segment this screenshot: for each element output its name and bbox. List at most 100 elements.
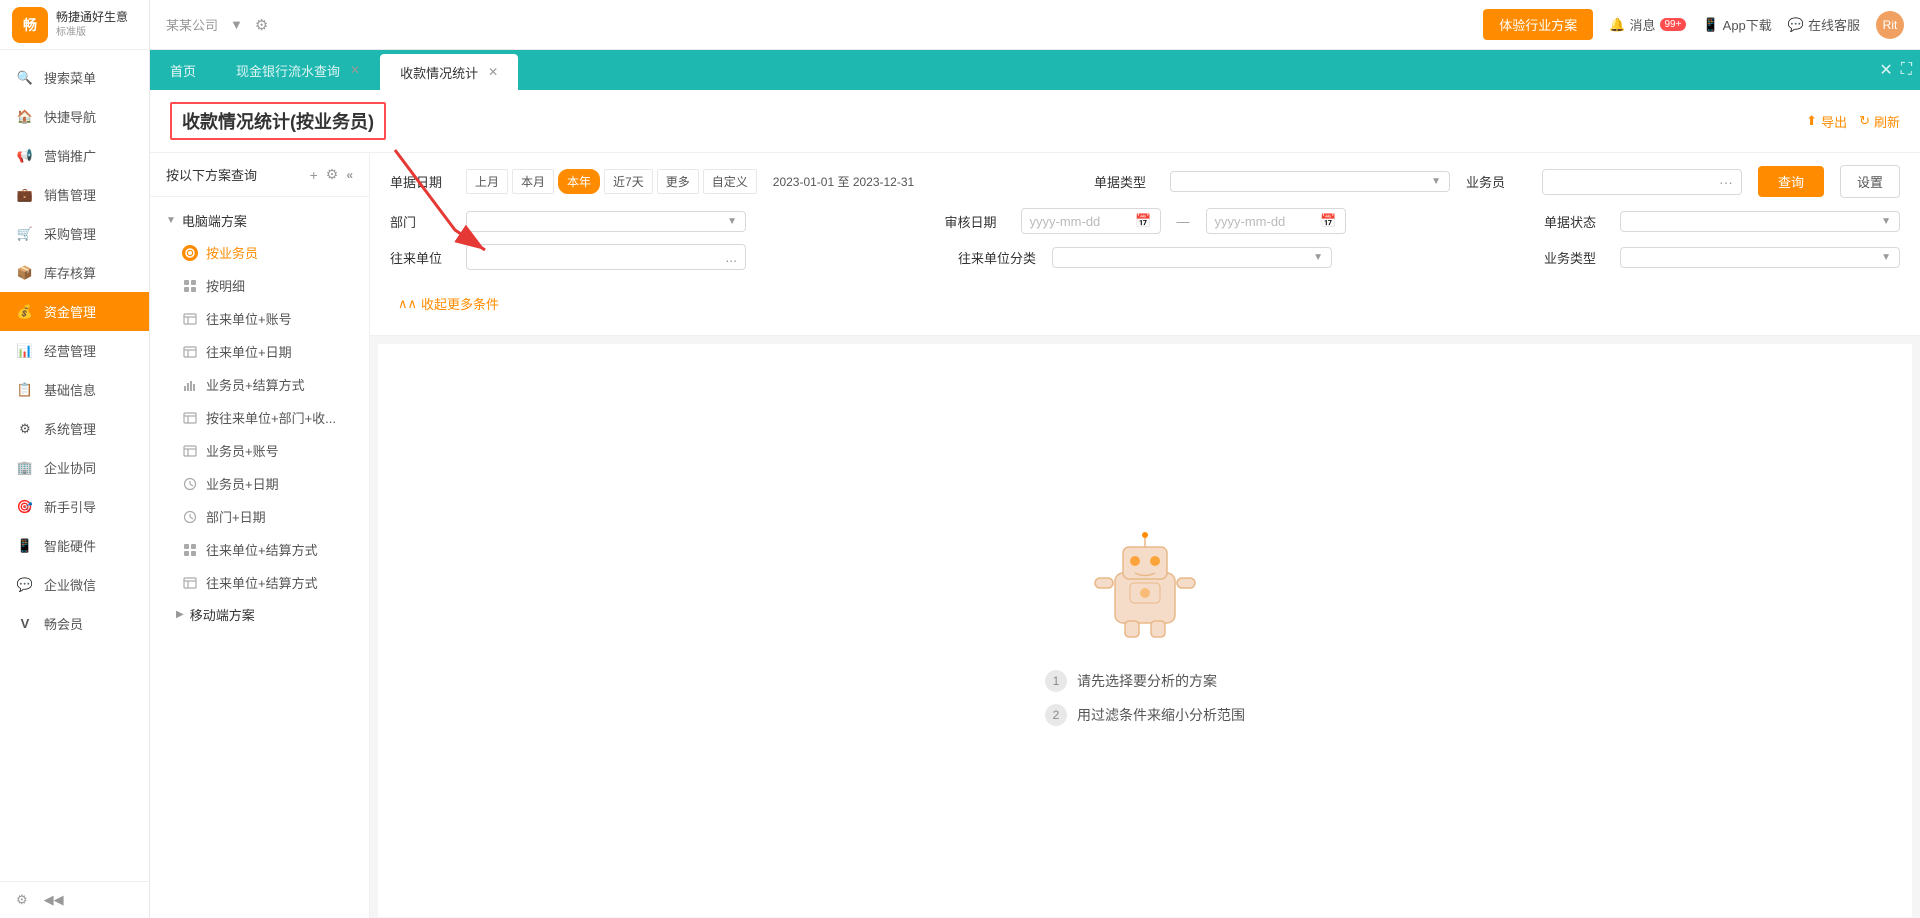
- empty-steps: 1 请先选择要分析的方案 2 用过滤条件来缩小分析范围: [1045, 670, 1245, 738]
- doc-type-select[interactable]: ▼: [1170, 171, 1450, 192]
- date-this-year[interactable]: 本年: [558, 169, 600, 194]
- logo-text: 畅捷通好生意 标准版: [56, 10, 128, 39]
- app-download-button[interactable]: 📱 App下载: [1702, 15, 1771, 34]
- dept-chevron: ▼: [727, 216, 737, 227]
- salesperson-select[interactable]: ···: [1542, 169, 1742, 195]
- sidebar-item-marketing[interactable]: 📢 营销推广: [0, 136, 149, 175]
- partner-category-select[interactable]: ▼: [1052, 247, 1332, 268]
- scheme-item-by-salesperson[interactable]: 按业务员: [150, 236, 369, 269]
- scheme-list: ▼ 电脑端方案 按业务员 按明细: [150, 197, 369, 918]
- topbar-breadcrumb: 某某公司: [166, 15, 218, 34]
- review-date-label: 审核日期: [945, 212, 1005, 231]
- topbar-dropdown-icon[interactable]: ▼: [230, 17, 243, 32]
- collapse-icon: ∧∧: [398, 296, 417, 312]
- settings-button[interactable]: 设置: [1840, 165, 1900, 198]
- business-type-select[interactable]: ▼: [1620, 247, 1900, 268]
- date-last-7days[interactable]: 近7天: [604, 169, 653, 194]
- panel-add-button[interactable]: +: [310, 167, 318, 183]
- panel-collapse-button[interactable]: «: [346, 168, 353, 182]
- doc-status-select[interactable]: ▼: [1620, 211, 1900, 232]
- partner-date-icon: [182, 344, 198, 360]
- sidebar-item-basic[interactable]: 📋 基础信息: [0, 370, 149, 409]
- date-more[interactable]: 更多: [657, 169, 699, 194]
- review-date-start[interactable]: yyyy-mm-dd 📅: [1021, 208, 1161, 234]
- settings-bottom-icon[interactable]: ⚙: [16, 892, 28, 908]
- topbar: 某某公司 ▼ ⚙ 体验行业方案 🔔 消息 99+ 📱 App下载 💬 在线客服 …: [150, 0, 1920, 50]
- collapse-button[interactable]: ∧∧ 收起更多条件: [390, 286, 1900, 321]
- refresh-button[interactable]: ↻ 刷新: [1859, 112, 1900, 131]
- panel-header: 按以下方案查询 + ⚙ «: [150, 153, 369, 197]
- tab-close-all-icon[interactable]: ✕: [1879, 60, 1892, 80]
- tab-home[interactable]: 首页: [150, 50, 216, 90]
- topbar-settings-icon[interactable]: ⚙: [255, 16, 268, 34]
- scheme-item-partner-settle2[interactable]: 往来单位+结算方式: [150, 566, 369, 599]
- review-date-end[interactable]: yyyy-mm-dd 📅: [1206, 208, 1346, 234]
- dept-select[interactable]: ▼: [466, 211, 746, 232]
- sidebar-item-hardware[interactable]: 📱 智能硬件: [0, 526, 149, 565]
- tab-bank[interactable]: 现金银行流水查询 ✕: [216, 50, 380, 90]
- scheme-item-salesperson-settle[interactable]: 业务员+结算方式: [150, 368, 369, 401]
- panel-settings-button[interactable]: ⚙: [326, 166, 339, 183]
- trial-button[interactable]: 体验行业方案: [1483, 9, 1593, 40]
- desktop-group-header[interactable]: ▼ 电脑端方案: [150, 205, 369, 236]
- tab-receipt-close[interactable]: ✕: [488, 65, 498, 79]
- topbar-left: 某某公司 ▼ ⚙: [166, 15, 268, 34]
- partner-label: 往来单位: [390, 248, 450, 267]
- page-title: 收款情况统计(按业务员): [170, 102, 386, 140]
- scheme-item-partner-date[interactable]: 往来单位+日期: [150, 335, 369, 368]
- sidebar-item-system[interactable]: ⚙ 系统管理: [0, 409, 149, 448]
- scheme-item-by-detail[interactable]: 按明细: [150, 269, 369, 302]
- scheme-item-partner-account[interactable]: 往来单位+账号: [150, 302, 369, 335]
- scheme-item-partner-dept-collect[interactable]: 按往来单位+部门+收...: [150, 401, 369, 434]
- date-this-month[interactable]: 本月: [512, 169, 554, 194]
- sidebar-bottom: ⚙ ◀◀: [0, 881, 149, 918]
- mobile-group-header[interactable]: ▶ 移动端方案: [150, 599, 369, 630]
- date-last-month[interactable]: 上月: [466, 169, 508, 194]
- sidebar-item-sales[interactable]: 💼 销售管理: [0, 175, 149, 214]
- query-button[interactable]: 查询: [1758, 166, 1824, 197]
- service-icon: 💬: [1788, 17, 1804, 33]
- sidebar-item-operations[interactable]: 📊 经营管理: [0, 331, 149, 370]
- scheme-item-salesperson-date[interactable]: 业务员+日期: [150, 467, 369, 500]
- tab-maximize-icon[interactable]: ⛶: [1901, 61, 1912, 79]
- date-range-text: 2023-01-01 至 2023-12-31: [773, 173, 914, 190]
- salesperson-settle-icon: [182, 377, 198, 393]
- sidebar-item-quicknav[interactable]: 🏠 快捷导航: [0, 97, 149, 136]
- partner-settle2-icon: [182, 575, 198, 591]
- hardware-nav-icon: 📱: [16, 537, 34, 555]
- online-service-button[interactable]: 💬 在线客服: [1788, 15, 1860, 34]
- sidebar-item-purchase[interactable]: 🛒 采购管理: [0, 214, 149, 253]
- scheme-item-salesperson-account[interactable]: 业务员+账号: [150, 434, 369, 467]
- partner-select[interactable]: ...: [466, 244, 746, 270]
- doc-type-label: 单据类型: [1094, 172, 1154, 191]
- app-download-icon: 📱: [1702, 17, 1718, 33]
- inventory-nav-icon: 📦: [16, 264, 34, 282]
- doc-status-chevron: ▼: [1881, 216, 1891, 227]
- sidebar-item-inventory[interactable]: 📦 库存核算: [0, 253, 149, 292]
- refresh-icon: ↻: [1859, 113, 1870, 129]
- tab-receipt[interactable]: 收款情况统计 ✕: [380, 54, 518, 90]
- collapse-bottom-icon[interactable]: ◀◀: [44, 892, 64, 908]
- sidebar-item-wechat[interactable]: 💬 企业微信: [0, 565, 149, 604]
- scheme-item-partner-settle1[interactable]: 往来单位+结算方式: [150, 533, 369, 566]
- sidebar-item-guide[interactable]: 🎯 新手引导: [0, 487, 149, 526]
- empty-area: 1 请先选择要分析的方案 2 用过滤条件来缩小分析范围: [378, 344, 1912, 917]
- sidebar-item-enterprise[interactable]: 🏢 企业协同: [0, 448, 149, 487]
- marketing-nav-icon: 📢: [16, 147, 34, 165]
- date-custom[interactable]: 自定义: [703, 169, 757, 194]
- date-label: 单据日期: [390, 172, 450, 191]
- partner-category-chevron: ▼: [1313, 252, 1323, 263]
- tab-bank-close[interactable]: ✕: [350, 63, 360, 77]
- sidebar-item-finance[interactable]: 💰 资金管理: [0, 292, 149, 331]
- mobile-group-arrow: ▶: [176, 609, 184, 620]
- sidebar-item-member[interactable]: V 畅会员: [0, 604, 149, 643]
- calendar-start-icon: 📅: [1135, 213, 1151, 229]
- scheme-item-dept-date[interactable]: 部门+日期: [150, 500, 369, 533]
- export-button[interactable]: ⬆ 导出: [1806, 112, 1847, 131]
- content-body: 按以下方案查询 + ⚙ « ▼ 电脑端方案 按业务员: [150, 153, 1920, 918]
- notification-button[interactable]: 🔔 消息 99+: [1609, 15, 1686, 34]
- purchase-nav-icon: 🛒: [16, 225, 34, 243]
- user-avatar[interactable]: Rit: [1876, 11, 1904, 39]
- salesperson-date-icon: [182, 476, 198, 492]
- sidebar-item-search[interactable]: 🔍 搜索菜单: [0, 58, 149, 97]
